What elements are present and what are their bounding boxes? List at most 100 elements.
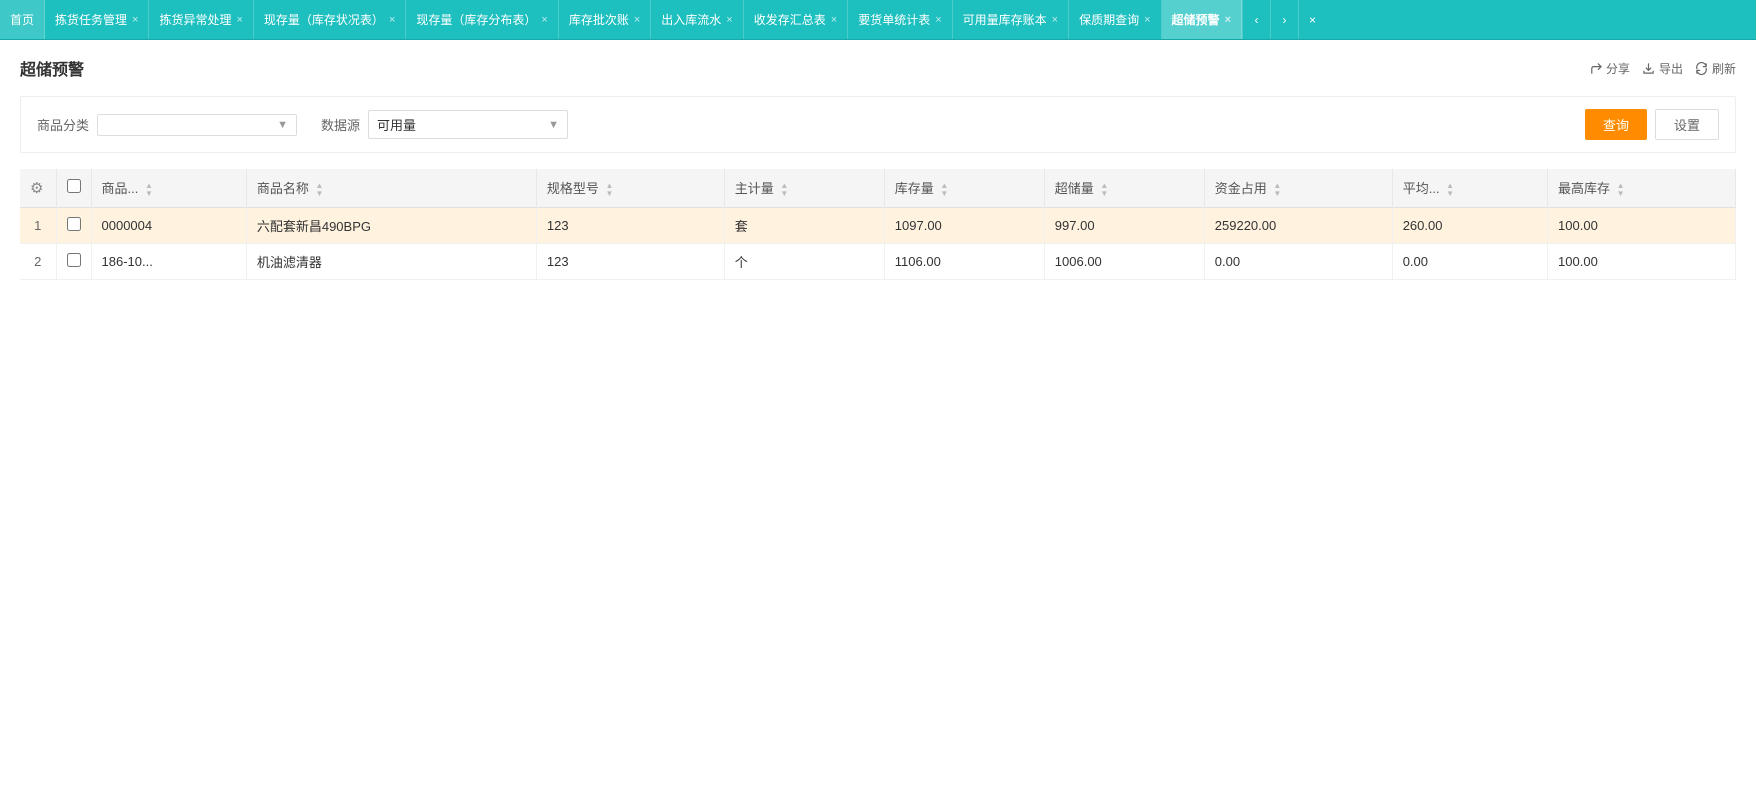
query-button[interactable]: 查询: [1585, 109, 1647, 140]
category-filter: 商品分类 ▼: [37, 114, 297, 136]
sort-spec-icon[interactable]: ▲ ▼: [606, 182, 614, 198]
close-tab-order-stats[interactable]: ×: [935, 14, 941, 26]
close-tab-stock-status[interactable]: ×: [389, 14, 395, 26]
refresh-icon: [1695, 62, 1708, 75]
row-max-stock-0: 100.00: [1548, 207, 1736, 243]
row-product-code-1: 186-10...: [91, 243, 246, 279]
row-stock-1: 1106.00: [884, 243, 1044, 279]
table-row: 2 186-10... 机油滤清器 123 个 1106.00 1006.00 …: [20, 243, 1736, 279]
datasource-select[interactable]: 可用量 ▼: [368, 110, 568, 139]
table-header-row: ⚙ 商品... ▲ ▼ 商品名称 ▲ ▼: [20, 169, 1736, 207]
col-unit: 主计量 ▲ ▼: [724, 169, 884, 207]
sort-product-code-icon[interactable]: ▲ ▼: [145, 182, 153, 198]
nav-tab-batch[interactable]: 库存批次账 ×: [559, 0, 651, 39]
select-all-checkbox[interactable]: [67, 179, 81, 193]
row-unit-1: 个: [724, 243, 884, 279]
row-spec-0: 123: [536, 207, 724, 243]
row-avg-0: 260.00: [1392, 207, 1547, 243]
close-tab-inout-flow[interactable]: ×: [726, 14, 732, 26]
close-tab-available-stock[interactable]: ×: [1052, 14, 1058, 26]
row-capital-1: 0.00: [1204, 243, 1392, 279]
row-max-stock-1: 100.00: [1548, 243, 1736, 279]
filter-buttons: 查询 设置: [1585, 109, 1719, 140]
datasource-label: 数据源: [321, 115, 360, 134]
nav-next-button[interactable]: ›: [1270, 0, 1298, 39]
nav-close-button[interactable]: ×: [1298, 0, 1326, 39]
settings-button[interactable]: 设置: [1655, 109, 1719, 140]
nav-tab-available-stock[interactable]: 可用量库存账本 ×: [953, 0, 1069, 39]
nav-tab-overstock[interactable]: 超储预警 ×: [1162, 0, 1242, 39]
row-num-1: 2: [20, 243, 56, 279]
col-gear: ⚙: [20, 169, 56, 207]
datasource-dropdown-arrow: ▼: [548, 119, 559, 131]
sort-max-stock-icon[interactable]: ▲ ▼: [1617, 182, 1625, 198]
nav-tab-stock-dist[interactable]: 现存量（库存分布表） ×: [406, 0, 558, 39]
close-tab-pick-task[interactable]: ×: [132, 14, 138, 26]
row-checkbox-0: [56, 207, 91, 243]
filter-row: 商品分类 ▼ 数据源 可用量 ▼ 查询 设置: [20, 96, 1736, 153]
nav-tab-summary[interactable]: 收发存汇总表 ×: [744, 0, 848, 39]
sort-overflow-icon[interactable]: ▲ ▼: [1100, 182, 1108, 198]
close-tab-pick-exception[interactable]: ×: [236, 14, 242, 26]
sort-avg-icon[interactable]: ▲ ▼: [1446, 182, 1454, 198]
row-avg-1: 0.00: [1392, 243, 1547, 279]
top-navigation: 首页 拣货任务管理 × 拣货异常处理 × 现存量（库存状况表） × 现存量（库存…: [0, 0, 1756, 40]
row-product-name-1: 机油滤清器: [246, 243, 536, 279]
share-icon: [1589, 62, 1602, 75]
close-tab-batch[interactable]: ×: [634, 14, 640, 26]
col-product-code: 商品... ▲ ▼: [91, 169, 246, 207]
col-product-name: 商品名称 ▲ ▼: [246, 169, 536, 207]
col-avg: 平均... ▲ ▼: [1392, 169, 1547, 207]
datasource-value: 可用量: [377, 115, 416, 134]
data-table: ⚙ 商品... ▲ ▼ 商品名称 ▲ ▼: [20, 169, 1736, 280]
sort-capital-icon[interactable]: ▲ ▼: [1273, 182, 1281, 198]
col-stock: 库存量 ▲ ▼: [884, 169, 1044, 207]
row-capital-0: 259220.00: [1204, 207, 1392, 243]
col-max-stock: 最高库存 ▲ ▼: [1548, 169, 1736, 207]
close-tab-summary[interactable]: ×: [831, 14, 837, 26]
row-checkbox-1: [56, 243, 91, 279]
close-tab-overstock[interactable]: ×: [1225, 14, 1231, 26]
table-gear-icon[interactable]: ⚙: [30, 180, 43, 197]
nav-tab-shelf-life[interactable]: 保质期查询 ×: [1069, 0, 1161, 39]
nav-tab-order-stats[interactable]: 要货单统计表 ×: [848, 0, 952, 39]
export-button[interactable]: 导出: [1642, 60, 1683, 77]
row-num-0: 1: [20, 207, 56, 243]
page-title: 超储预警: [20, 56, 84, 80]
nav-tab-stock-status[interactable]: 现存量（库存状况表） ×: [254, 0, 406, 39]
nav-tab-inout-flow[interactable]: 出入库流水 ×: [651, 0, 743, 39]
refresh-button[interactable]: 刷新: [1695, 60, 1736, 77]
page-container: 超储预警 分享 导出 刷新 商品: [0, 40, 1756, 296]
sort-product-name-icon[interactable]: ▲ ▼: [315, 182, 323, 198]
category-dropdown-arrow: ▼: [277, 119, 288, 131]
sort-stock-icon[interactable]: ▲ ▼: [940, 182, 948, 198]
nav-tab-pick-exception[interactable]: 拣货异常处理 ×: [149, 0, 253, 39]
share-button[interactable]: 分享: [1589, 60, 1630, 77]
col-overflow: 超储量 ▲ ▼: [1044, 169, 1204, 207]
close-tab-shelf-life[interactable]: ×: [1144, 14, 1150, 26]
col-spec: 规格型号 ▲ ▼: [536, 169, 724, 207]
nav-tab-home[interactable]: 首页: [0, 0, 45, 39]
export-icon: [1642, 62, 1655, 75]
datasource-filter: 数据源 可用量 ▼: [321, 110, 568, 139]
col-checkbox: [56, 169, 91, 207]
nav-tab-pick-task[interactable]: 拣货任务管理 ×: [45, 0, 149, 39]
table-row: 1 0000004 六配套新昌490BPG 123 套 1097.00 997.…: [20, 207, 1736, 243]
category-select[interactable]: ▼: [97, 114, 297, 136]
nav-prev-button[interactable]: ‹: [1242, 0, 1270, 39]
page-header: 超储预警 分享 导出 刷新: [20, 56, 1736, 80]
row-unit-0: 套: [724, 207, 884, 243]
sort-unit-icon[interactable]: ▲ ▼: [780, 182, 788, 198]
close-tab-stock-dist[interactable]: ×: [541, 14, 547, 26]
row-overflow-1: 1006.00: [1044, 243, 1204, 279]
col-capital: 资金占用 ▲ ▼: [1204, 169, 1392, 207]
row-stock-0: 1097.00: [884, 207, 1044, 243]
row-select-checkbox-1[interactable]: [67, 253, 81, 267]
row-product-name-0: 六配套新昌490BPG: [246, 207, 536, 243]
page-actions: 分享 导出 刷新: [1589, 60, 1736, 77]
category-label: 商品分类: [37, 115, 89, 134]
row-spec-1: 123: [536, 243, 724, 279]
row-overflow-0: 997.00: [1044, 207, 1204, 243]
row-select-checkbox-0[interactable]: [67, 217, 81, 231]
row-product-code-0: 0000004: [91, 207, 246, 243]
